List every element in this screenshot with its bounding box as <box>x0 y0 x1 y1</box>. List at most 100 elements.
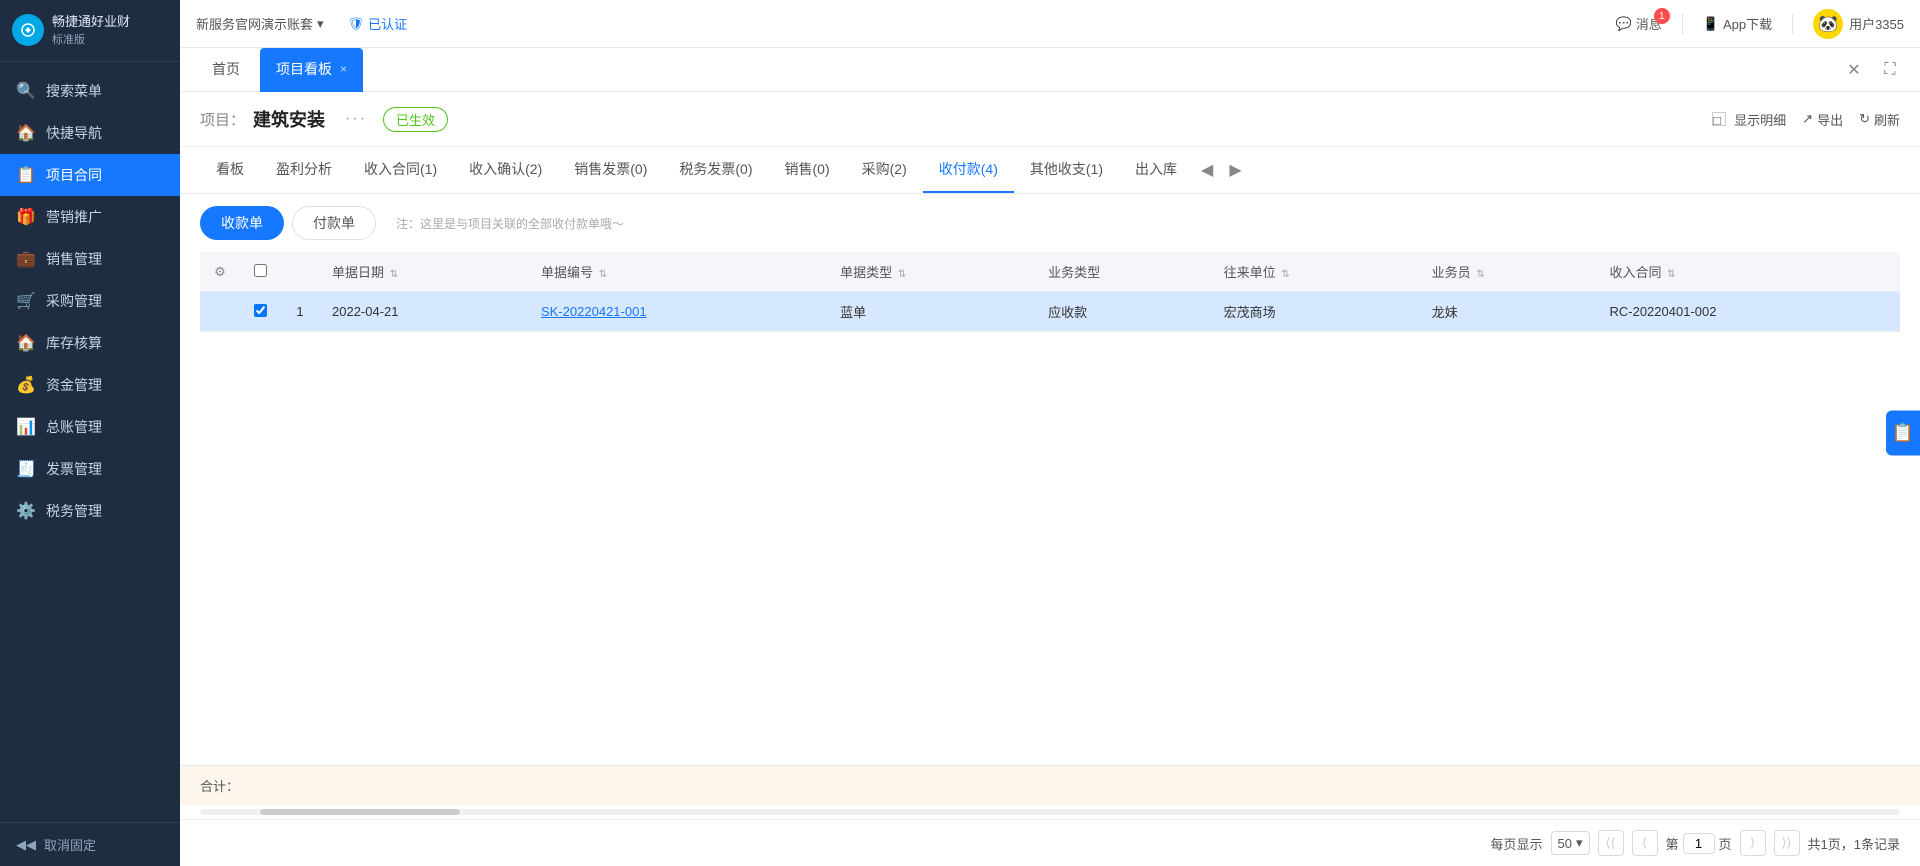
col-salesperson: 业务员 ⇅ <box>1420 252 1598 292</box>
account-selector[interactable]: 新服务官网演示账套 ▾ <box>196 14 328 33</box>
refresh-label: 刷新 <box>1874 110 1900 129</box>
inventory-icon: 🏠 <box>16 333 36 353</box>
sidebar-item-inventory[interactable]: 🏠库存核算 <box>0 322 180 364</box>
col-income-contract: 收入合同 ⇅ <box>1597 252 1900 292</box>
topbar: 新服务官网演示账套 ▾ 🛡 已认证 💬 消息 1 📱 App下载 🐼 用 <box>180 0 1920 48</box>
sidebar-item-marketing[interactable]: 🎁营销推广 <box>0 196 180 238</box>
cell-number-0[interactable]: SK-20220421-001 <box>529 292 828 332</box>
sub-tab-kanban[interactable]: 看板 <box>200 147 260 193</box>
sidebar-item-label-contract: 项目合同 <box>46 165 102 185</box>
next-page-button[interactable]: ⟩ <box>1740 830 1766 856</box>
sort-type-icon[interactable]: ⇅ <box>898 269 906 280</box>
col-number-label: 单据编号 <box>541 265 593 280</box>
inner-tabs: 收款单 付款单 注：这里是与项目关联的全部收付款单哦～ <box>180 194 1920 240</box>
app-download-button[interactable]: 📱 App下载 <box>1703 14 1772 33</box>
page-unit: 页 <box>1719 834 1732 853</box>
col-date: 单据日期 ⇅ <box>320 252 529 292</box>
select-all-checkbox[interactable] <box>254 264 267 277</box>
app-title: 畅捷通好业财 <box>52 14 130 31</box>
tab-close-icon[interactable]: × <box>340 62 347 76</box>
tab-kanban[interactable]: 项目看板 × <box>260 48 363 92</box>
sidebar-item-quicknav[interactable]: 🏠快捷导航 <box>0 112 180 154</box>
refresh-button[interactable]: ↻ 刷新 <box>1859 110 1900 129</box>
user-menu[interactable]: 🐼 用户3355 <box>1813 9 1904 39</box>
ledger-icon: 📊 <box>16 417 36 437</box>
data-table: ⚙ 单据日期 ⇅ 单据编号 <box>200 252 1900 332</box>
sidebar-item-finance[interactable]: 💰 资金管理 <box>0 364 180 406</box>
last-page-button[interactable]: ⟩⟩ <box>1774 830 1800 856</box>
export-icon: ↗ <box>1802 111 1813 127</box>
sub-tab-purchase[interactable]: 采购(2) <box>846 147 923 193</box>
finance-icon: 💰 <box>16 375 36 395</box>
project-actions: □ 显示明细 ↗ 导出 ↻ 刷新 <box>1712 110 1900 129</box>
sidebar-footer-label: 取消固定 <box>44 835 96 854</box>
tab-home[interactable]: 首页 <box>196 48 256 92</box>
sidebar-item-label-finance: 资金管理 <box>46 375 102 395</box>
export-button[interactable]: ↗ 导出 <box>1802 110 1843 129</box>
project-label: 项目： <box>200 109 245 130</box>
prev-page-button[interactable]: ⟨ <box>1632 830 1658 856</box>
table-wrap: ⚙ 单据日期 ⇅ 单据编号 <box>180 240 1920 765</box>
tab-close-button[interactable]: ✕ <box>1840 56 1868 84</box>
contract-icon: 📋 <box>16 165 36 185</box>
sub-tabs: 看板盈利分析收入合同(1)收入确认(2)销售发票(0)税务发票(0)销售(0)采… <box>180 147 1920 194</box>
quicknav-icon: 🏠 <box>16 123 36 143</box>
sidebar-item-purchase[interactable]: 🛒采购管理 <box>0 280 180 322</box>
refresh-icon: ↻ <box>1859 111 1870 127</box>
payment-tab[interactable]: 付款单 <box>292 206 376 240</box>
account-dropdown-icon: ▾ <box>317 16 324 32</box>
sidebar-item-sales[interactable]: 💼销售管理 <box>0 238 180 280</box>
sidebar-item-invoice[interactable]: 🧾发票管理 <box>0 448 180 490</box>
table-body: 1 2022-04-21 SK-20220421-001 蓝单 应收款 宏茂商场… <box>200 292 1900 332</box>
col-biz-type: 业务类型 <box>1036 252 1212 292</box>
sub-tab-income_contract[interactable]: 收入合同(1) <box>348 147 453 193</box>
cell-type-0: 蓝单 <box>828 292 1036 332</box>
sort-date-icon[interactable]: ⇅ <box>390 269 398 280</box>
more-options-button[interactable]: ··· <box>345 110 367 128</box>
scrollbar-thumb[interactable] <box>260 809 460 815</box>
sort-income-contract-icon[interactable]: ⇅ <box>1667 269 1675 280</box>
sidebar-item-search[interactable]: 🔍搜索菜单 <box>0 70 180 112</box>
sidebar-item-label-sales: 销售管理 <box>46 249 102 269</box>
certified-label: 已认证 <box>368 14 407 33</box>
sub-tab-left-arrow[interactable]: ◀ <box>1193 152 1221 188</box>
receipt-tab[interactable]: 收款单 <box>200 206 284 240</box>
sidebar-item-tax[interactable]: ⚙️税务管理 <box>0 490 180 532</box>
sub-tab-right-arrow[interactable]: ▶ <box>1221 152 1249 188</box>
settings-icon[interactable]: ⚙ <box>214 264 226 279</box>
sort-partner-icon[interactable]: ⇅ <box>1281 269 1289 280</box>
sub-tab-profit[interactable]: 盈利分析 <box>260 147 348 193</box>
sub-tab-other[interactable]: 其他收支(1) <box>1014 147 1119 193</box>
topbar-divider <box>1682 14 1683 34</box>
sub-tab-income_confirm[interactable]: 收入确认(2) <box>453 147 558 193</box>
table-row[interactable]: 1 2022-04-21 SK-20220421-001 蓝单 应收款 宏茂商场… <box>200 292 1900 332</box>
shield-icon: 🛡 <box>348 16 365 32</box>
sort-salesperson-icon[interactable]: ⇅ <box>1476 269 1484 280</box>
per-page-select[interactable]: 50 ▾ <box>1551 831 1590 855</box>
sidebar-item-label-invoice: 发票管理 <box>46 459 102 479</box>
sidebar-item-ledger[interactable]: 📊总账管理 <box>0 406 180 448</box>
sidebar-unpin-button[interactable]: ◀◀ 取消固定 <box>0 822 180 866</box>
user-name: 用户3355 <box>1849 14 1904 33</box>
sub-tab-sales[interactable]: 销售(0) <box>769 147 846 193</box>
page-num: 第 页 <box>1666 833 1732 854</box>
tab-kanban-label: 项目看板 <box>276 59 332 79</box>
sort-number-icon[interactable]: ⇅ <box>599 269 607 280</box>
first-page-button[interactable]: ⟨⟨ <box>1598 830 1624 856</box>
cell-checkbox-0[interactable] <box>240 292 280 332</box>
tax-icon: ⚙️ <box>16 501 36 521</box>
sidebar-item-contract[interactable]: 📋 项目合同 <box>0 154 180 196</box>
show-detail-label: 显示明细 <box>1734 110 1786 129</box>
tab-maximize-button[interactable]: ⛶ <box>1876 56 1904 84</box>
message-button[interactable]: 💬 消息 1 <box>1616 14 1662 33</box>
sub-tab-sales_invoice[interactable]: 销售发票(0) <box>558 147 663 193</box>
sub-tab-inout[interactable]: 出入库 <box>1119 147 1193 193</box>
sub-tab-receipt[interactable]: 收付款(4) <box>923 147 1014 193</box>
table-header-row: ⚙ 单据日期 ⇅ 单据编号 <box>200 252 1900 292</box>
export-label: 导出 <box>1817 110 1843 129</box>
sub-tab-tax_invoice[interactable]: 税务发票(0) <box>663 147 768 193</box>
floating-panel-button[interactable]: 📋 <box>1886 411 1920 456</box>
page-input[interactable] <box>1683 833 1715 854</box>
detail-checkbox-icon[interactable]: □ <box>1712 112 1726 126</box>
show-detail-checkbox[interactable]: □ 显示明细 <box>1712 110 1786 129</box>
